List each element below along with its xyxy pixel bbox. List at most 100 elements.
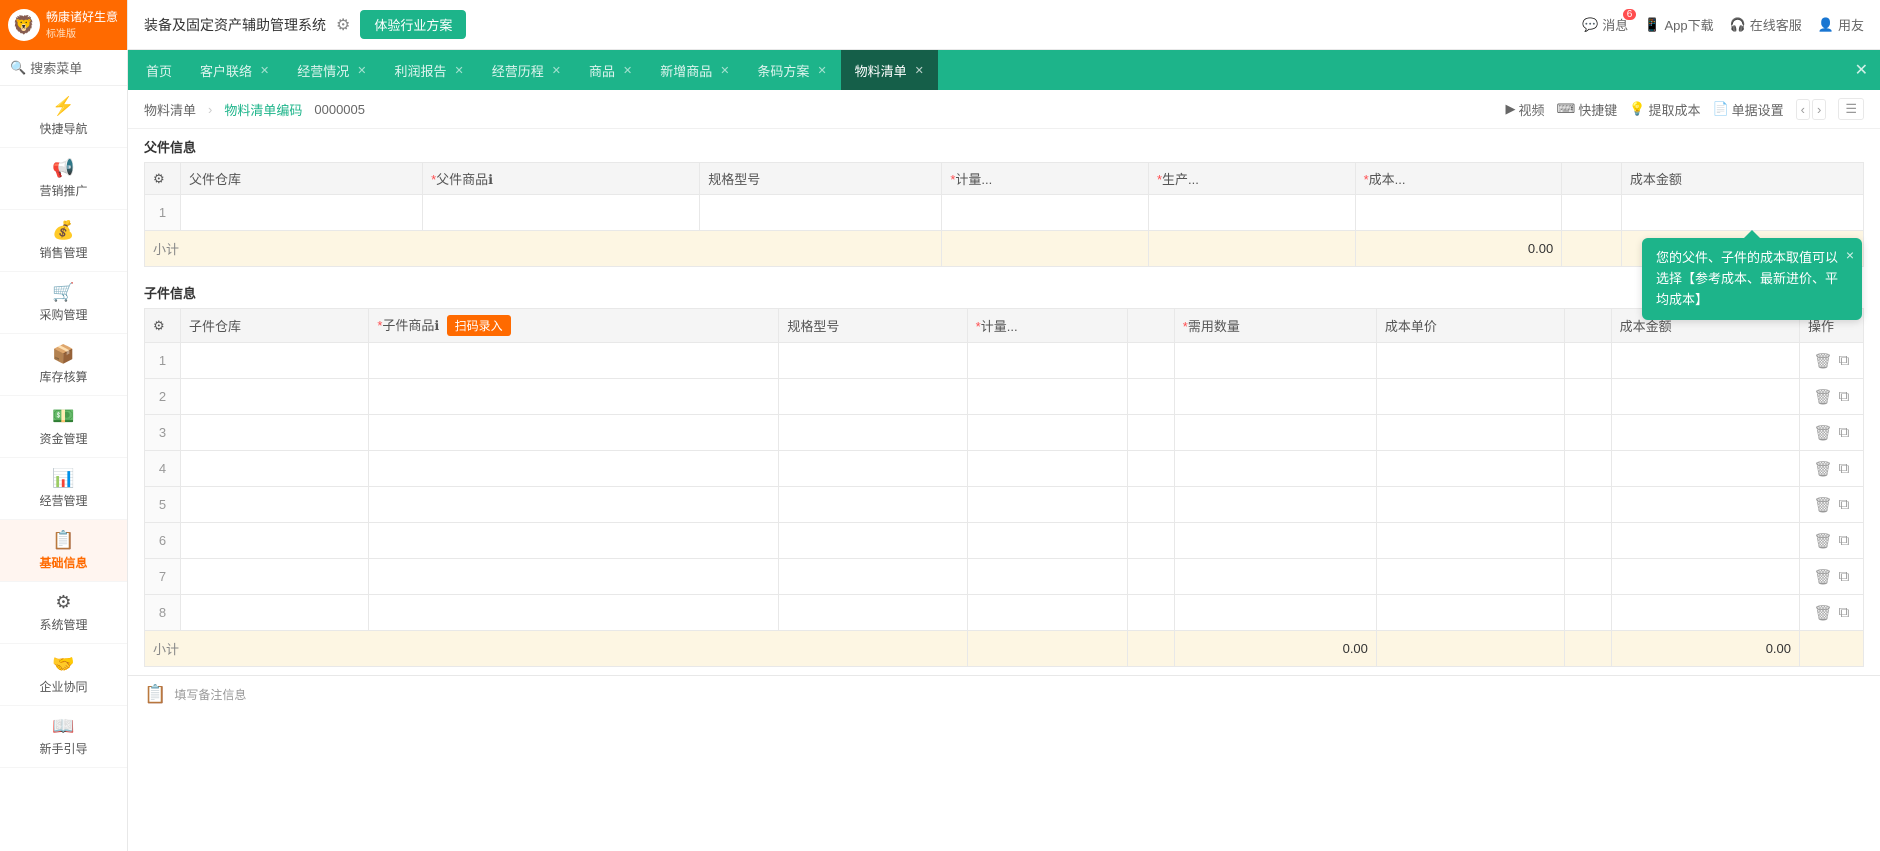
action-voucher-setting[interactable]: 📄 单据设置	[1712, 100, 1783, 119]
tab-op-status-close[interactable]: ✕	[357, 64, 366, 77]
child-row-4-qty[interactable]	[1174, 451, 1376, 487]
child-row-7-unit[interactable]	[967, 559, 1128, 595]
child-row-1-warehouse[interactable]	[181, 343, 369, 379]
child-row-6-spec[interactable]	[779, 523, 967, 559]
nav-next[interactable]: ›	[1812, 99, 1826, 120]
child-row-8-spec[interactable]	[779, 595, 967, 631]
action-shortcut[interactable]: ⌨ 快捷键	[1556, 100, 1617, 119]
tab-goods-close[interactable]: ✕	[623, 64, 632, 77]
tab-barcode[interactable]: 条码方案✕	[743, 50, 840, 90]
tab-history[interactable]: 经营历程✕	[478, 50, 575, 90]
child-row-8-unit-cost[interactable]	[1376, 595, 1564, 631]
sidebar-item-collab[interactable]: 🤝 企业协同	[0, 644, 127, 706]
copy-row-6-icon[interactable]: ⧉	[1839, 532, 1850, 549]
child-row-3-warehouse[interactable]	[181, 415, 369, 451]
child-row-4-unit-cost[interactable]	[1376, 451, 1564, 487]
child-row-8-goods[interactable]	[369, 595, 779, 631]
breadcrumb-bom-list[interactable]: 物料清单	[144, 100, 196, 119]
child-row-1-unit-cost[interactable]	[1376, 343, 1564, 379]
child-row-7-qty[interactable]	[1174, 559, 1376, 595]
tab-profit[interactable]: 利润报告✕	[380, 50, 477, 90]
child-row-7-goods[interactable]	[369, 559, 779, 595]
tab-customer-close[interactable]: ✕	[260, 64, 269, 77]
child-row-6-qty[interactable]	[1174, 523, 1376, 559]
child-row-2-goods[interactable]	[369, 379, 779, 415]
action-video[interactable]: ▶ 视频	[1505, 100, 1544, 119]
sidebar-item-sales[interactable]: 💰 销售管理	[0, 210, 127, 272]
parent-row-1-spec[interactable]	[700, 195, 942, 231]
child-row-3-unit[interactable]	[967, 415, 1128, 451]
copy-row-7-icon[interactable]: ⧉	[1839, 568, 1850, 585]
child-row-8-unit[interactable]	[967, 595, 1128, 631]
copy-row-2-icon[interactable]: ⧉	[1839, 388, 1850, 405]
trial-button[interactable]: 体验行业方案	[360, 10, 466, 39]
child-row-4-goods[interactable]	[369, 451, 779, 487]
copy-row-1-icon[interactable]: ⧉	[1839, 352, 1850, 369]
tab-home[interactable]: 首页	[132, 50, 186, 90]
copy-row-8-icon[interactable]: ⧉	[1839, 604, 1850, 621]
sidebar-item-inventory[interactable]: 📦 库存核算	[0, 334, 127, 396]
sidebar-item-purchase[interactable]: 🛒 采购管理	[0, 272, 127, 334]
delete-row-8-icon[interactable]: 🗑	[1814, 604, 1833, 622]
sidebar-item-finance[interactable]: 💵 资金管理	[0, 396, 127, 458]
child-row-5-amount[interactable]	[1611, 487, 1799, 523]
child-row-3-qty[interactable]	[1174, 415, 1376, 451]
parent-row-1-unit[interactable]	[942, 195, 1149, 231]
close-all-tabs[interactable]: ✕	[1847, 60, 1876, 80]
child-row-4-amount[interactable]	[1611, 451, 1799, 487]
copy-row-5-icon[interactable]: ⧉	[1839, 496, 1850, 513]
tab-customer[interactable]: 客户联络✕	[186, 50, 283, 90]
sidebar-item-marketing[interactable]: 📢 营销推广	[0, 148, 127, 210]
child-row-6-warehouse[interactable]	[181, 523, 369, 559]
child-row-3-unit-cost[interactable]	[1376, 415, 1564, 451]
child-row-8-warehouse[interactable]	[181, 595, 369, 631]
action-cost[interactable]: 💡 提取成本	[1629, 100, 1700, 119]
parent-row-1-goods[interactable]	[423, 195, 700, 231]
sidebar-item-system[interactable]: ⚙ 系统管理	[0, 582, 127, 644]
delete-row-3-icon[interactable]: 🗑	[1814, 424, 1833, 442]
child-row-1-spec[interactable]	[779, 343, 967, 379]
child-row-5-unit[interactable]	[967, 487, 1128, 523]
delete-row-5-icon[interactable]: 🗑	[1814, 496, 1833, 514]
child-row-6-goods[interactable]	[369, 523, 779, 559]
child-row-5-unit-cost[interactable]	[1376, 487, 1564, 523]
child-row-3-goods[interactable]	[369, 415, 779, 451]
copy-row-4-icon[interactable]: ⧉	[1839, 460, 1850, 477]
child-row-8-qty[interactable]	[1174, 595, 1376, 631]
delete-row-4-icon[interactable]: 🗑	[1814, 460, 1833, 478]
child-row-3-amount[interactable]	[1611, 415, 1799, 451]
tab-history-close[interactable]: ✕	[552, 64, 561, 77]
delete-row-1-icon[interactable]: 🗑	[1814, 352, 1833, 370]
child-row-8-amount[interactable]	[1611, 595, 1799, 631]
parent-row-1-warehouse[interactable]	[181, 195, 423, 231]
tab-profit-close[interactable]: ✕	[455, 64, 464, 77]
nav-menu[interactable]: ☰	[1838, 98, 1864, 120]
child-row-2-spec[interactable]	[779, 379, 967, 415]
tab-bom-close[interactable]: ✕	[915, 64, 924, 77]
delete-row-7-icon[interactable]: 🗑	[1814, 568, 1833, 586]
parent-row-1-produce[interactable]	[1148, 195, 1355, 231]
search-menu[interactable]: 🔍 搜索菜单	[0, 50, 127, 86]
app-download-button[interactable]: 📱 App下载	[1644, 15, 1713, 34]
sidebar-item-operation[interactable]: 📊 经营管理	[0, 458, 127, 520]
child-row-2-unit[interactable]	[967, 379, 1128, 415]
child-row-1-goods[interactable]	[369, 343, 779, 379]
sidebar-item-guide[interactable]: 📖 新手引导	[0, 706, 127, 768]
child-row-1-unit[interactable]	[967, 343, 1128, 379]
user-button[interactable]: 👤 用友	[1818, 15, 1864, 34]
tab-operation-status[interactable]: 经营情况✕	[283, 50, 380, 90]
tab-new-goods-close[interactable]: ✕	[720, 64, 729, 77]
child-row-2-qty[interactable]	[1174, 379, 1376, 415]
child-row-7-warehouse[interactable]	[181, 559, 369, 595]
child-row-2-warehouse[interactable]	[181, 379, 369, 415]
tab-new-goods[interactable]: 新增商品✕	[646, 50, 743, 90]
delete-row-2-icon[interactable]: 🗑	[1814, 388, 1833, 406]
child-row-7-unit-cost[interactable]	[1376, 559, 1564, 595]
child-row-5-qty[interactable]	[1174, 487, 1376, 523]
child-row-2-amount[interactable]	[1611, 379, 1799, 415]
child-row-7-amount[interactable]	[1611, 559, 1799, 595]
child-row-4-unit[interactable]	[967, 451, 1128, 487]
tooltip-close-btn[interactable]: ×	[1846, 244, 1854, 266]
copy-row-3-icon[interactable]: ⧉	[1839, 424, 1850, 441]
parent-row-1-cost[interactable]	[1355, 195, 1562, 231]
